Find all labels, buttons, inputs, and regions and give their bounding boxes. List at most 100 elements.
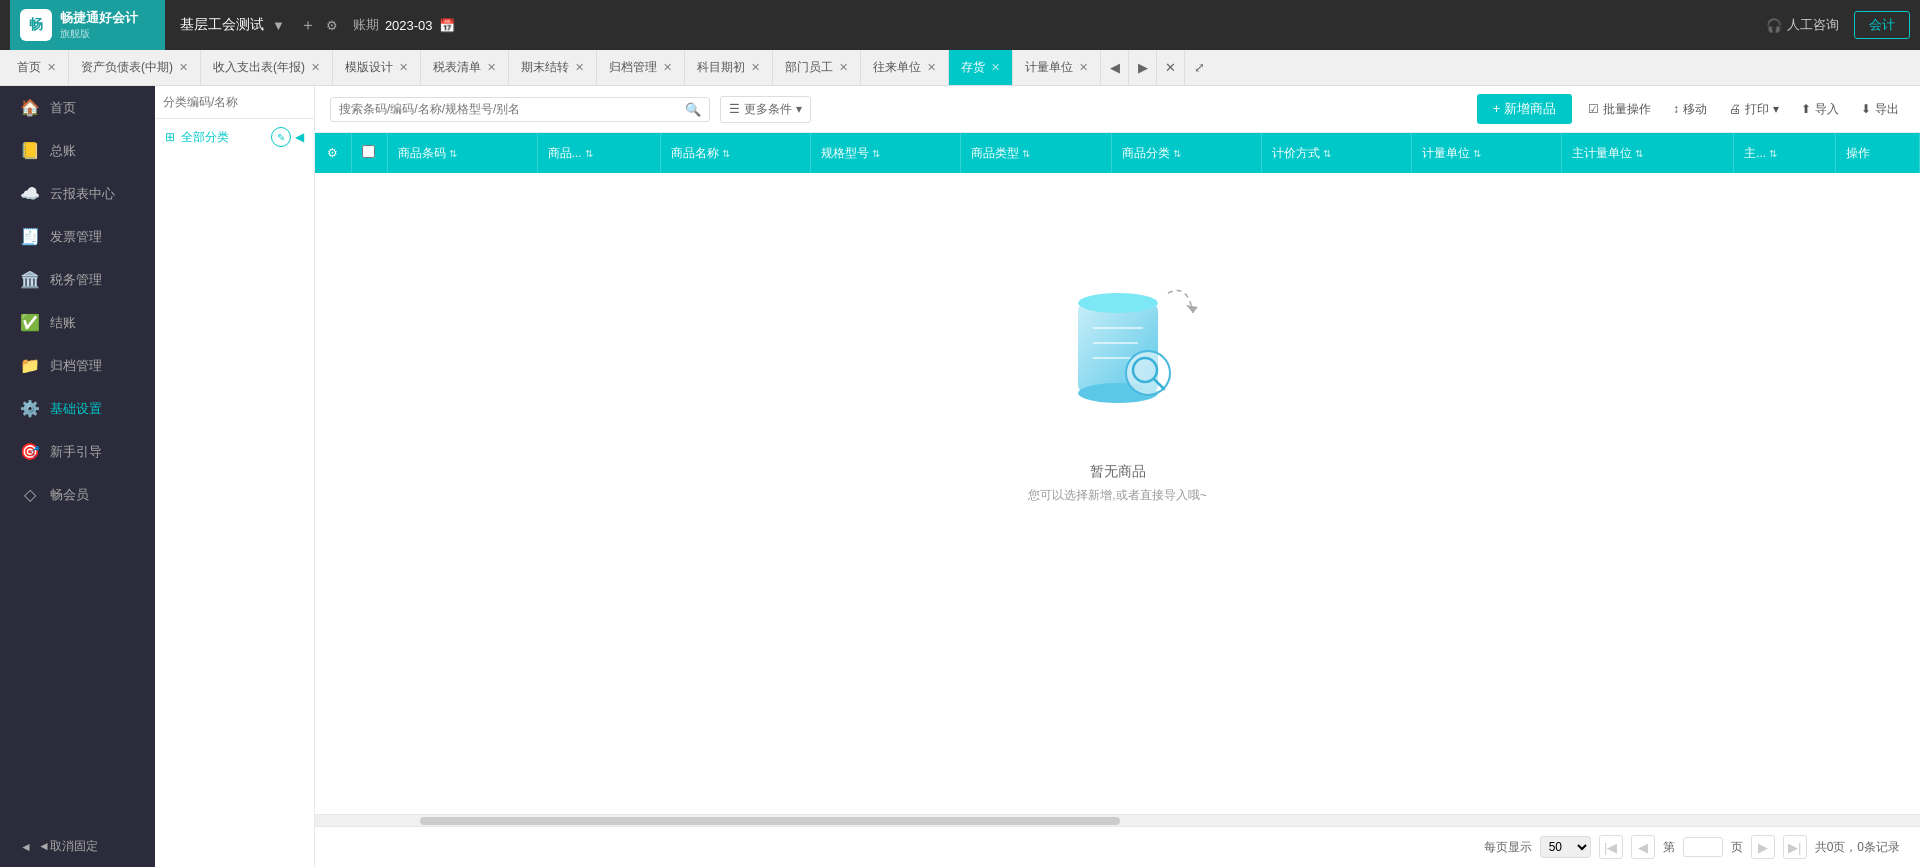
- th-unit[interactable]: 计量单位 ⇅: [1411, 133, 1561, 173]
- sort-extra-icon[interactable]: ⇅: [1769, 148, 1777, 159]
- tab-inventory-close-icon[interactable]: ✕: [991, 61, 1000, 74]
- tab-balance-close-icon[interactable]: ✕: [179, 61, 188, 74]
- tab-bar: 首页 ✕ 资产负债表(中期) ✕ 收入支出表(年报) ✕ 模版设计 ✕ 税表清单…: [0, 50, 1920, 86]
- scroll-bar-area[interactable]: [315, 814, 1920, 826]
- add-product-button[interactable]: + 新增商品: [1477, 94, 1572, 124]
- sort-unit-icon[interactable]: ⇅: [1473, 148, 1481, 159]
- th-main-unit[interactable]: 主计量单位 ⇅: [1561, 133, 1734, 173]
- page-number-input[interactable]: 1: [1683, 837, 1723, 857]
- tab-counterparty[interactable]: 往来单位 ✕: [861, 50, 949, 86]
- add-workspace-icon[interactable]: ＋: [300, 15, 316, 36]
- tab-template-close-icon[interactable]: ✕: [399, 61, 408, 74]
- sidebar-item-settings[interactable]: ⚙️ 基础设置: [0, 387, 155, 430]
- sort-type-icon[interactable]: ⇅: [1022, 148, 1030, 159]
- move-button[interactable]: ↕ 移动: [1667, 97, 1713, 122]
- category-collapse-icon[interactable]: ◀: [295, 130, 304, 144]
- print-button[interactable]: 🖨 打印 ▾: [1723, 97, 1785, 122]
- th-spec[interactable]: 规格型号 ⇅: [811, 133, 961, 173]
- last-page-button[interactable]: ▶|: [1783, 835, 1807, 859]
- tab-department[interactable]: 部门员工 ✕: [773, 50, 861, 86]
- sidebar-collapse-button[interactable]: ◄ ◄取消固定: [0, 826, 155, 867]
- tab-subject-init[interactable]: 科目期初 ✕: [685, 50, 773, 86]
- tab-dept-close-icon[interactable]: ✕: [839, 61, 848, 74]
- sidebar-item-membership[interactable]: ◇ 畅会员: [0, 473, 155, 516]
- sort-price-icon[interactable]: ⇅: [1323, 148, 1331, 159]
- tax-icon: 🏛️: [20, 270, 40, 289]
- tab-home[interactable]: 首页 ✕: [5, 50, 69, 86]
- sort-spec-icon[interactable]: ⇅: [872, 148, 880, 159]
- table-settings-icon[interactable]: ⚙: [327, 146, 338, 160]
- th-product-name[interactable]: 商品名称 ⇅: [661, 133, 811, 173]
- tab-period-close[interactable]: 期末结转 ✕: [509, 50, 597, 86]
- tab-tax-list[interactable]: 税表清单 ✕: [421, 50, 509, 86]
- tab-unit[interactable]: 计量单位 ✕: [1013, 50, 1101, 86]
- th-extra[interactable]: 主... ⇅: [1734, 133, 1835, 173]
- top-bar: 畅 畅捷通好会计 旗舰版 基层工会测试 ▼ ＋ ⚙ 账期 2023-03 📅 🎧…: [0, 0, 1920, 50]
- sidebar-item-close-account[interactable]: ✅ 结账: [0, 301, 155, 344]
- workspace-dropdown-icon[interactable]: ▼: [272, 18, 285, 33]
- tab-prev-icon[interactable]: ◀: [1101, 50, 1129, 86]
- sort-cat-icon[interactable]: ⇅: [1173, 148, 1181, 159]
- th-product-code[interactable]: 商品... ⇅: [537, 133, 661, 173]
- product-search-box[interactable]: 🔍: [330, 97, 710, 122]
- th-price-method[interactable]: 计价方式 ⇅: [1261, 133, 1411, 173]
- account-button[interactable]: 会计: [1854, 11, 1910, 39]
- tab-subject-close-icon[interactable]: ✕: [751, 61, 760, 74]
- sidebar-item-cloud-report[interactable]: ☁️ 云报表中心: [0, 172, 155, 215]
- page-size-select[interactable]: 50 100 200: [1540, 836, 1591, 858]
- product-table: ⚙ 商品条码 ⇅: [315, 133, 1920, 173]
- sidebar-item-invoice[interactable]: 🧾 发票管理: [0, 215, 155, 258]
- tab-unit-close-icon[interactable]: ✕: [1079, 61, 1088, 74]
- next-page-button[interactable]: ▶: [1751, 835, 1775, 859]
- th-checkbox[interactable]: [351, 133, 387, 173]
- select-all-checkbox[interactable]: [362, 145, 375, 158]
- calendar-icon[interactable]: 📅: [439, 18, 455, 33]
- product-search-input[interactable]: [339, 102, 680, 116]
- th-settings[interactable]: ⚙: [315, 133, 351, 173]
- sort-main-unit-icon[interactable]: ⇅: [1635, 148, 1643, 159]
- tab-period-close-icon[interactable]: ✕: [575, 61, 584, 74]
- category-edit-icon[interactable]: ✎: [271, 127, 291, 147]
- tab-archive-close-icon[interactable]: ✕: [663, 61, 672, 74]
- sort-name-icon[interactable]: ⇅: [722, 148, 730, 159]
- page-label: 第: [1663, 839, 1675, 856]
- category-all-item[interactable]: ⊞ 全部分类 ✎ ◀: [155, 119, 314, 155]
- tab-template[interactable]: 模版设计 ✕: [333, 50, 421, 86]
- tab-expand-icon[interactable]: ⤢: [1185, 50, 1213, 86]
- total-label: 共0页，0条记录: [1815, 839, 1900, 856]
- first-page-button[interactable]: |◀: [1599, 835, 1623, 859]
- sort-barcode-icon[interactable]: ⇅: [449, 148, 457, 159]
- prev-page-button[interactable]: ◀: [1631, 835, 1655, 859]
- th-product-type[interactable]: 商品类型 ⇅: [961, 133, 1111, 173]
- tab-archive[interactable]: 归档管理 ✕: [597, 50, 685, 86]
- service-button[interactable]: 🎧 人工咨询: [1766, 16, 1839, 34]
- th-product-category[interactable]: 商品分类 ⇅: [1111, 133, 1261, 173]
- tab-home-close-icon[interactable]: ✕: [47, 61, 56, 74]
- sidebar-item-archive[interactable]: 📁 归档管理: [0, 344, 155, 387]
- category-search-input[interactable]: [163, 95, 313, 109]
- sidebar-item-guide[interactable]: 🎯 新手引导: [0, 430, 155, 473]
- sort-code-icon[interactable]: ⇅: [585, 148, 593, 159]
- product-search-icon[interactable]: 🔍: [685, 102, 701, 117]
- tab-inventory[interactable]: 存货 ✕: [949, 50, 1013, 86]
- pagination: 每页显示 50 100 200 |◀ ◀ 第 1 页 ▶ ▶| 共0页，0条记录: [315, 826, 1920, 867]
- tab-tax-close-icon[interactable]: ✕: [487, 61, 496, 74]
- th-barcode[interactable]: 商品条码 ⇅: [387, 133, 537, 173]
- export-icon: ⬇: [1861, 102, 1871, 116]
- tab-income-statement[interactable]: 收入支出表(年报) ✕: [201, 50, 333, 86]
- tab-balance-sheet[interactable]: 资产负债表(中期) ✕: [69, 50, 201, 86]
- workspace-settings-icon[interactable]: ⚙: [326, 18, 338, 33]
- tab-close-all-icon[interactable]: ✕: [1157, 50, 1185, 86]
- sidebar-item-home[interactable]: 🏠 首页: [0, 86, 155, 129]
- horizontal-scrollbar-thumb[interactable]: [420, 817, 1120, 825]
- sidebar-item-tax[interactable]: 🏛️ 税务管理: [0, 258, 155, 301]
- tab-next-icon[interactable]: ▶: [1129, 50, 1157, 86]
- toolbar-right: + 新增商品 ☑ 批量操作 ↕ 移动 🖨 打印 ▾: [1477, 94, 1905, 124]
- export-button[interactable]: ⬇ 导出: [1855, 97, 1905, 122]
- sidebar-item-ledger[interactable]: 📒 总账: [0, 129, 155, 172]
- import-button[interactable]: ⬆ 导入: [1795, 97, 1845, 122]
- more-filter-button[interactable]: ☰ 更多条件 ▾: [720, 96, 811, 123]
- tab-income-close-icon[interactable]: ✕: [311, 61, 320, 74]
- batch-operation-button[interactable]: ☑ 批量操作: [1582, 97, 1657, 122]
- tab-counter-close-icon[interactable]: ✕: [927, 61, 936, 74]
